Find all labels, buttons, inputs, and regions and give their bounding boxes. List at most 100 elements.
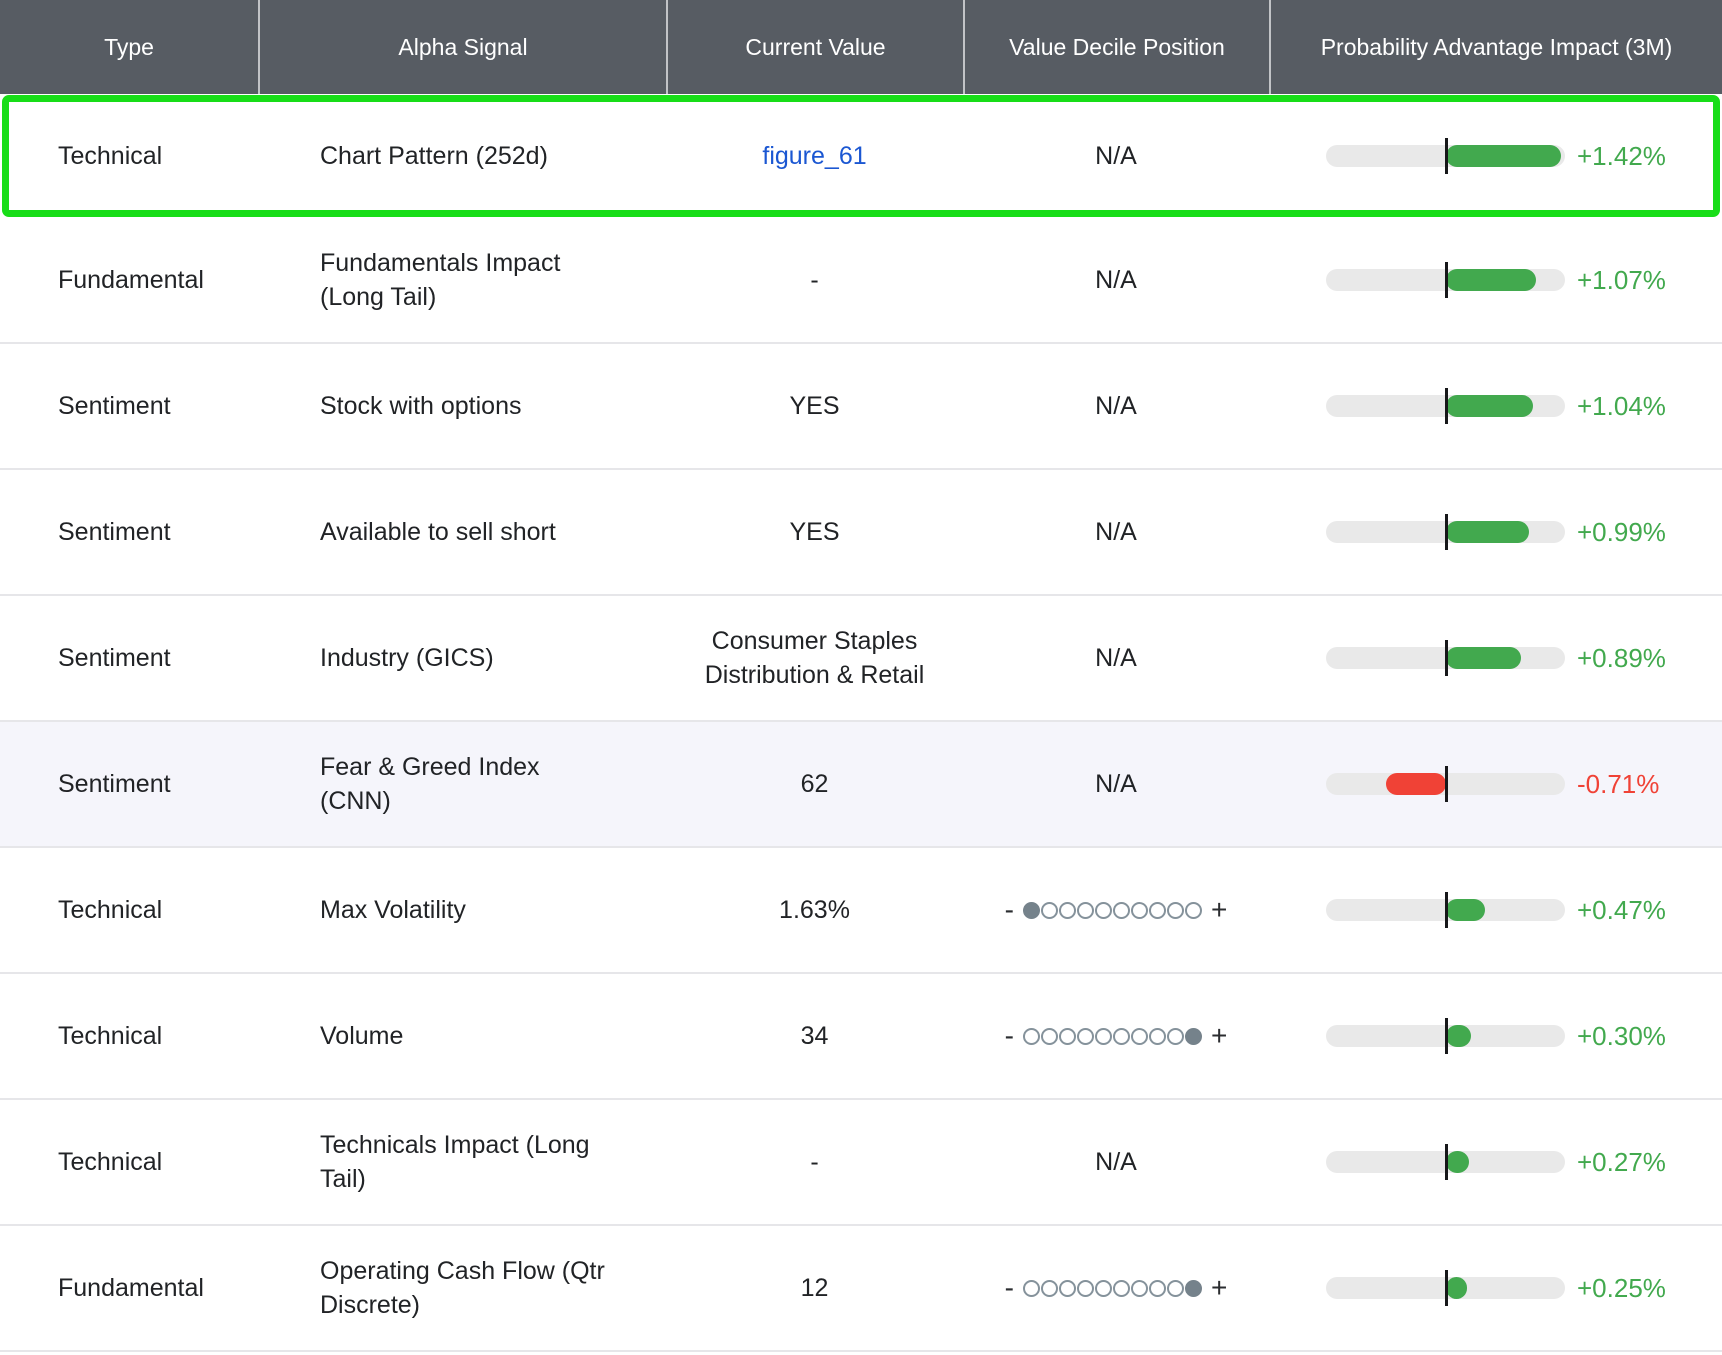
- decile-na: N/A: [1095, 1147, 1137, 1176]
- decile-dot: [1112, 1027, 1130, 1045]
- value-decile-cell: N/A: [963, 644, 1269, 673]
- impact-value-label: +1.04%: [1577, 390, 1666, 421]
- table-row[interactable]: Technical Max Volatility 1.63% - + +0.47%: [0, 848, 1722, 974]
- decile-plus-button[interactable]: +: [1211, 1274, 1227, 1302]
- decile-dot-filled: [1184, 1279, 1202, 1297]
- current-value-cell: 34: [666, 1019, 963, 1053]
- decile-dots: [1022, 901, 1202, 919]
- impact-bar-fill: [1445, 1151, 1469, 1173]
- impact-value-label: +0.25%: [1577, 1272, 1666, 1303]
- decile-dot: [1058, 901, 1076, 919]
- decile-dot: [1166, 901, 1184, 919]
- type-cell: Sentiment: [0, 518, 258, 547]
- current-value: 62: [800, 770, 829, 798]
- current-value-cell: 1.63%: [666, 893, 963, 927]
- decile-dot: [1166, 1027, 1184, 1045]
- type-label: Technical: [58, 1147, 163, 1176]
- impact-bar-fill: [1445, 1277, 1467, 1299]
- type-cell: Sentiment: [0, 644, 258, 673]
- value-decile-cell: - +: [963, 1022, 1269, 1050]
- alpha-signal-cell: Industry (GICS): [258, 641, 666, 675]
- impact-cell: +0.27%: [1269, 1144, 1722, 1180]
- current-value: 34: [800, 1022, 829, 1050]
- type-label: Sentiment: [58, 769, 171, 798]
- decile-na: N/A: [1095, 517, 1137, 546]
- alpha-signal-label: Fear & Greed Index (CNN): [320, 753, 540, 815]
- impact-cell: +1.42%: [1269, 138, 1722, 174]
- impact-bar-fill: [1445, 1025, 1471, 1047]
- impact-bar-track: [1326, 1270, 1565, 1306]
- table-row[interactable]: Technical Technicals Impact (Long Tail) …: [0, 1100, 1722, 1226]
- impact-cell: +1.07%: [1269, 262, 1722, 298]
- alpha-signal-cell: Stock with options: [258, 389, 666, 423]
- type-label: Technical: [58, 1021, 163, 1050]
- current-value: 1.63%: [779, 896, 850, 924]
- decile-dot: [1130, 901, 1148, 919]
- current-value: -: [810, 1148, 819, 1176]
- decile-na: N/A: [1095, 391, 1137, 420]
- impact-bar-center-tick: [1444, 514, 1448, 550]
- type-cell: Technical: [0, 1148, 258, 1177]
- table-body: Technical Chart Pattern (252d) figure_61…: [0, 94, 1722, 1352]
- alpha-signal-label: Technicals Impact (Long Tail): [320, 1131, 590, 1193]
- decile-minus-button[interactable]: -: [1005, 1274, 1014, 1302]
- current-value: Consumer Staples Distribution & Retail: [704, 627, 925, 689]
- impact-bar-fill: [1445, 395, 1533, 417]
- impact-bar-fill: [1445, 521, 1529, 543]
- impact-bar-fill: [1385, 773, 1446, 795]
- decile-dot: [1112, 901, 1130, 919]
- decile-dots: [1022, 1027, 1202, 1045]
- decile-na: N/A: [1095, 769, 1137, 798]
- impact-bar-center-tick: [1444, 892, 1448, 928]
- table-row[interactable]: Fundamental Fundamentals Impact (Long Ta…: [0, 218, 1722, 344]
- current-value: 12: [800, 1274, 829, 1302]
- decile-na: N/A: [1095, 265, 1137, 294]
- decile-selector: - +: [1005, 896, 1228, 924]
- table-row[interactable]: Sentiment Available to sell short YES N/…: [0, 470, 1722, 596]
- alpha-signal-cell: Available to sell short: [258, 515, 666, 549]
- column-header-current-value: Current Value: [666, 0, 963, 94]
- current-value-cell: figure_61: [666, 139, 963, 173]
- table-row[interactable]: Technical Volume 34 - + +0.30%: [0, 974, 1722, 1100]
- decile-dot: [1040, 901, 1058, 919]
- alpha-signal-label: Available to sell short: [320, 518, 556, 546]
- column-header-probability-advantage-impact: Probability Advantage Impact (3M): [1269, 0, 1722, 94]
- table-row[interactable]: Technical Chart Pattern (252d) figure_61…: [0, 94, 1722, 218]
- decile-dot: [1094, 1027, 1112, 1045]
- figure-link[interactable]: figure_61: [762, 139, 866, 173]
- table-row[interactable]: Fundamental Operating Cash Flow (Qtr Dis…: [0, 1226, 1722, 1352]
- decile-plus-button[interactable]: +: [1211, 1022, 1227, 1050]
- decile-dot-filled: [1022, 901, 1040, 919]
- type-label: Sentiment: [58, 643, 171, 672]
- type-label: Technical: [58, 141, 163, 170]
- impact-bar-center-tick: [1444, 766, 1448, 802]
- value-decile-cell: N/A: [963, 142, 1269, 171]
- decile-dot: [1076, 1279, 1094, 1297]
- impact-cell: +0.89%: [1269, 640, 1722, 676]
- impact-value-label: -0.71%: [1577, 768, 1660, 799]
- alpha-signal-label: Stock with options: [320, 392, 522, 420]
- decile-dot: [1130, 1027, 1148, 1045]
- type-cell: Technical: [0, 896, 258, 925]
- decile-plus-button[interactable]: +: [1211, 896, 1227, 924]
- decile-dot: [1184, 901, 1202, 919]
- decile-minus-button[interactable]: -: [1005, 1022, 1014, 1050]
- impact-value-label: +0.89%: [1577, 642, 1666, 673]
- impact-bar-track: [1326, 1018, 1565, 1054]
- alpha-signal-cell: Fear & Greed Index (CNN): [258, 750, 666, 818]
- decile-selector: - +: [1005, 1274, 1228, 1302]
- impact-bar-track: [1326, 892, 1565, 928]
- table-row[interactable]: Sentiment Industry (GICS) Consumer Stapl…: [0, 596, 1722, 722]
- impact-bar-track: [1326, 1144, 1565, 1180]
- table-row[interactable]: Sentiment Stock with options YES N/A +1.…: [0, 344, 1722, 470]
- decile-minus-button[interactable]: -: [1005, 896, 1014, 924]
- decile-dot: [1094, 901, 1112, 919]
- table-row[interactable]: Sentiment Fear & Greed Index (CNN) 62 N/…: [0, 722, 1722, 848]
- current-value-cell: 62: [666, 767, 963, 801]
- decile-dot-filled: [1184, 1027, 1202, 1045]
- impact-bar-fill: [1445, 269, 1536, 291]
- current-value-cell: Consumer Staples Distribution & Retail: [666, 624, 963, 692]
- type-cell: Fundamental: [0, 1274, 258, 1303]
- decile-dot: [1076, 901, 1094, 919]
- current-value-cell: -: [666, 263, 963, 297]
